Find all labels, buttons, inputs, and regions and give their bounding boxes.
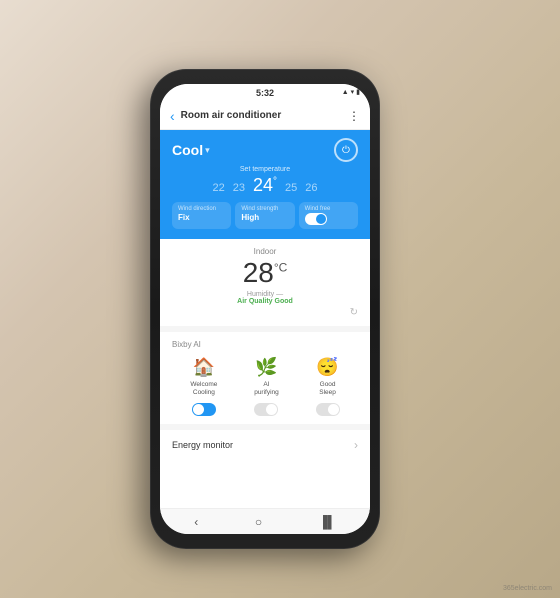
energy-monitor-title: Energy monitor (172, 440, 233, 450)
wind-free-control[interactable]: Wind free (299, 202, 358, 229)
temp-23[interactable]: 23 (233, 182, 245, 194)
good-sleep-toggle[interactable] (316, 403, 340, 416)
wind-strength-control[interactable]: Wind strength High (235, 202, 294, 229)
bixby-title: Bixby AI (172, 340, 358, 349)
top-nav: ‹ Room air conditioner ⋮ (160, 102, 370, 130)
page-title: Room air conditioner (181, 110, 348, 121)
indoor-temp-value: 28 (243, 257, 274, 288)
air-quality-label: Air Quality (237, 298, 272, 305)
energy-monitor-section[interactable]: Energy monitor › (160, 430, 370, 460)
indoor-humidity: Humidity — (172, 291, 358, 298)
temperature-section: Set temperature 22 23 24° 25 26 (172, 166, 358, 196)
toggle-knob (316, 214, 326, 224)
indoor-title: Indoor (172, 247, 358, 256)
nav-back-button[interactable]: ‹ (194, 515, 198, 529)
wind-direction-value: Fix (178, 213, 225, 222)
wind-free-label: Wind free (305, 206, 352, 212)
energy-arrow-icon: › (354, 438, 358, 452)
watermark: 365electric.com (503, 585, 552, 592)
wind-direction-control[interactable]: Wind direction Fix (172, 202, 231, 229)
nav-recents-button[interactable]: ▐▌ (319, 515, 336, 529)
phone-screen: 5:32 ▲ ▾ ▮ ‹ Room air conditioner ⋮ (160, 84, 370, 534)
mode-row: Cool ▾ ⏻ (172, 138, 358, 162)
wind-free-toggle[interactable] (305, 213, 327, 225)
phone-device: 5:32 ▲ ▾ ▮ ‹ Room air conditioner ⋮ (150, 69, 380, 549)
power-icon: ⏻ (342, 145, 350, 156)
degree-symbol: ° (273, 176, 277, 187)
wind-strength-label: Wind strength (241, 206, 288, 212)
good-sleep-label: GoodSleep (319, 381, 336, 398)
signal-icon: ▲ (342, 89, 349, 96)
wind-free-toggle-row (305, 213, 352, 225)
ai-purifying-label: AIpurifying (254, 381, 279, 398)
welcome-cooling-icon: 🏠 (193, 357, 215, 378)
ai-purifying-toggle[interactable] (254, 403, 278, 416)
status-bar: 5:32 ▲ ▾ ▮ (160, 84, 370, 102)
air-quality-value: Good (275, 298, 293, 305)
indoor-air-quality: Air Quality Good (172, 298, 358, 305)
refresh-icon[interactable]: ↻ (172, 307, 358, 318)
toggle-knob-3 (328, 404, 339, 415)
welcome-cooling-toggle[interactable] (192, 403, 216, 416)
indoor-temp-unit: °C (274, 261, 287, 275)
dropdown-icon: ▾ (205, 145, 210, 156)
wind-direction-label: Wind direction (178, 206, 225, 212)
toggle-knob-1 (193, 404, 204, 415)
controls-row: Wind direction Fix Wind strength High Wi… (172, 202, 358, 229)
back-button[interactable]: ‹ (170, 108, 175, 124)
power-button[interactable]: ⏻ (334, 138, 358, 162)
temp-22[interactable]: 22 (212, 182, 224, 194)
indoor-temperature: 28°C (172, 258, 358, 289)
welcome-cooling-label: WelcomeCooling (190, 381, 217, 398)
temp-25[interactable]: 25 (285, 182, 297, 194)
good-sleep-icon: 😴 (316, 357, 338, 378)
bottom-nav: ‹ ○ ▐▌ (160, 508, 370, 534)
wind-strength-value: High (241, 213, 288, 222)
temp-26[interactable]: 26 (305, 182, 317, 194)
bixby-section: Bixby AI 🏠 WelcomeCooling 🌿 AIpurifying (160, 332, 370, 430)
mode-selector[interactable]: Cool ▾ (172, 142, 210, 158)
battery-icon: ▮ (356, 88, 360, 96)
scene: 5:32 ▲ ▾ ▮ ‹ Room air conditioner ⋮ (0, 0, 560, 598)
wifi-icon: ▾ (351, 88, 355, 96)
indoor-section: Indoor 28°C Humidity — Air Quality Good … (160, 239, 370, 332)
nav-home-button[interactable]: ○ (255, 515, 262, 529)
ac-header: Cool ▾ ⏻ Set temperature 22 23 24° (160, 130, 370, 239)
bixby-item-good-sleep[interactable]: 😴 GoodSleep (316, 357, 340, 416)
mode-label: Cool (172, 142, 203, 158)
bixby-item-welcome-cooling[interactable]: 🏠 WelcomeCooling (190, 357, 217, 416)
toggle-knob-2 (266, 404, 277, 415)
status-time: 5:32 (256, 88, 274, 98)
temp-24-active[interactable]: 24° (253, 175, 277, 196)
temp-row: 22 23 24° 25 26 (172, 175, 358, 196)
bixby-item-ai-purifying[interactable]: 🌿 AIpurifying (254, 357, 279, 416)
set-temp-label: Set temperature (172, 166, 358, 173)
menu-button[interactable]: ⋮ (348, 109, 360, 123)
ai-purifying-icon: 🌿 (255, 357, 277, 378)
bixby-items: 🏠 WelcomeCooling 🌿 AIpurifying (172, 357, 358, 416)
status-icons: ▲ ▾ ▮ (342, 88, 360, 96)
